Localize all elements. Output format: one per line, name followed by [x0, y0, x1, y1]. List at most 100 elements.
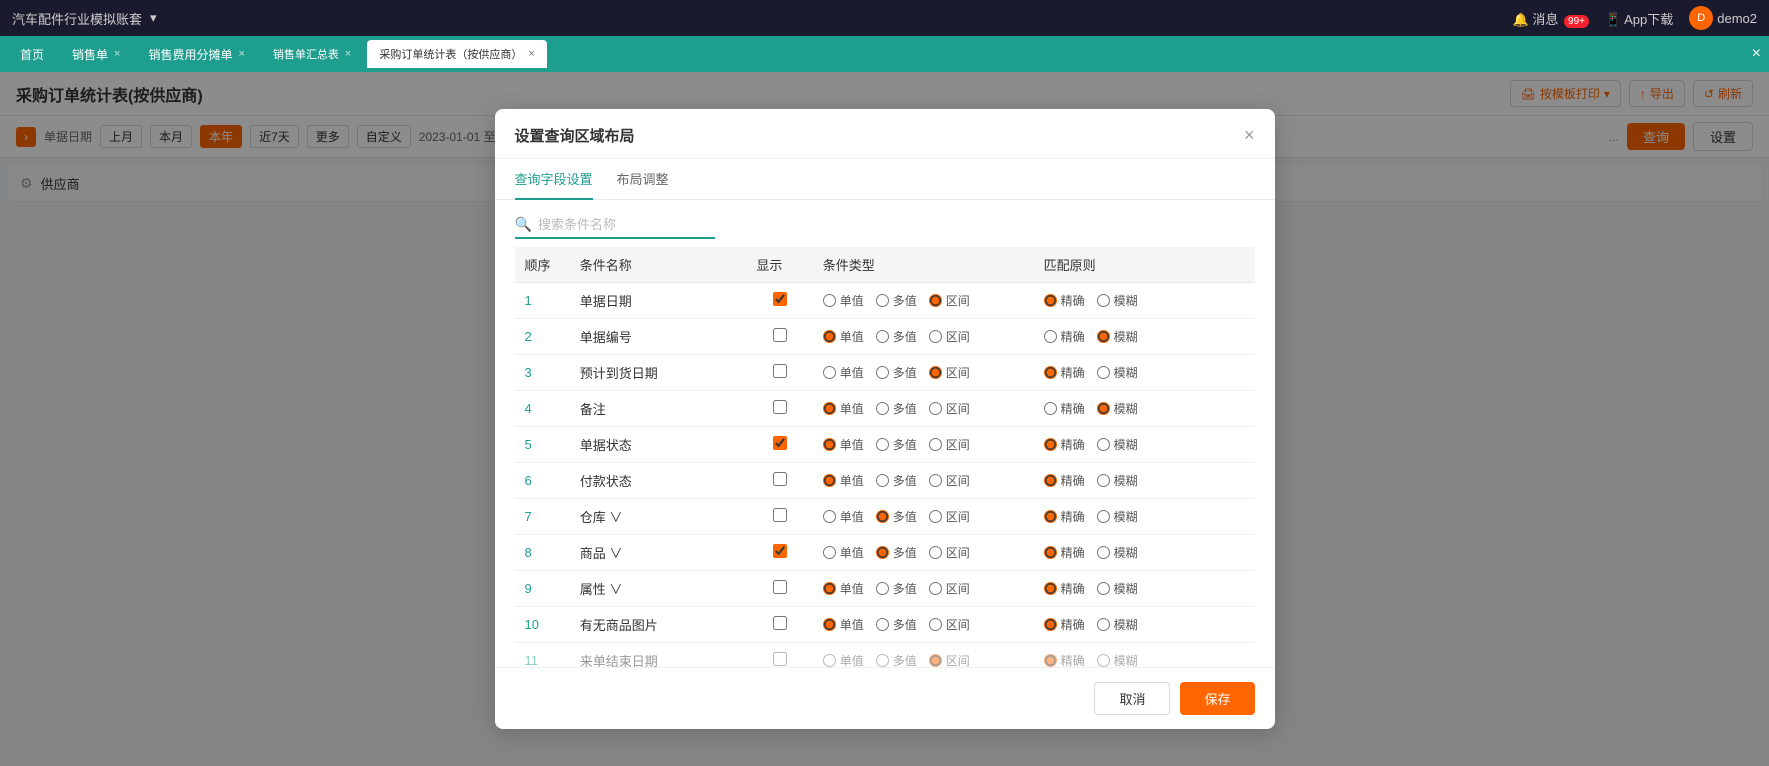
match-radio-label-精确[interactable]: 精确	[1044, 400, 1085, 417]
type-radio-label-多值[interactable]: 多值	[876, 580, 917, 597]
tab-sales-close[interactable]: ×	[114, 48, 120, 60]
match-radio-label-模糊[interactable]: 模糊	[1097, 616, 1138, 633]
save-button[interactable]: 保存	[1180, 682, 1254, 715]
show-checkbox[interactable]	[773, 400, 787, 414]
modal-close-button[interactable]: ×	[1244, 125, 1255, 146]
type-radio-label-单值[interactable]: 单值	[823, 652, 864, 667]
type-radio-label-单值[interactable]: 单值	[823, 544, 864, 561]
type-radio-单值[interactable]	[823, 366, 836, 379]
type-radio-label-区间[interactable]: 区间	[929, 364, 970, 381]
match-radio-精确[interactable]	[1044, 402, 1057, 415]
match-radio-模糊[interactable]	[1097, 366, 1110, 379]
type-radio-label-多值[interactable]: 多值	[876, 472, 917, 489]
match-radio-模糊[interactable]	[1097, 510, 1110, 523]
tab-purchase-stats[interactable]: 采购订单统计表（按供应商） ×	[367, 40, 546, 68]
show-checkbox[interactable]	[773, 616, 787, 630]
match-radio-label-精确[interactable]: 精确	[1044, 436, 1085, 453]
cancel-button[interactable]: 取消	[1094, 682, 1170, 715]
type-radio-区间[interactable]	[929, 366, 942, 379]
match-radio-label-模糊[interactable]: 模糊	[1097, 652, 1138, 667]
match-radio-label-模糊[interactable]: 模糊	[1097, 472, 1138, 489]
match-radio-label-精确[interactable]: 精确	[1044, 652, 1085, 667]
type-radio-区间[interactable]	[929, 438, 942, 451]
type-radio-多值[interactable]	[876, 294, 889, 307]
type-radio-label-区间[interactable]: 区间	[929, 652, 970, 667]
type-radio-单值[interactable]	[823, 546, 836, 559]
close-all-tabs-button[interactable]: ×	[1752, 45, 1761, 63]
type-radio-区间[interactable]	[929, 582, 942, 595]
type-radio-单值[interactable]	[823, 618, 836, 631]
show-checkbox[interactable]	[773, 544, 787, 558]
type-radio-多值[interactable]	[876, 546, 889, 559]
match-radio-模糊[interactable]	[1097, 582, 1110, 595]
type-radio-多值[interactable]	[876, 654, 889, 667]
type-radio-label-单值[interactable]: 单值	[823, 472, 864, 489]
type-radio-label-多值[interactable]: 多值	[876, 436, 917, 453]
match-radio-模糊[interactable]	[1097, 402, 1110, 415]
match-radio-label-模糊[interactable]: 模糊	[1097, 508, 1138, 525]
match-radio-模糊[interactable]	[1097, 294, 1110, 307]
match-radio-精确[interactable]	[1044, 546, 1057, 559]
show-checkbox[interactable]	[773, 472, 787, 486]
type-radio-区间[interactable]	[929, 618, 942, 631]
user-avatar[interactable]: D demo2	[1689, 6, 1757, 30]
match-radio-label-精确[interactable]: 精确	[1044, 292, 1085, 309]
show-checkbox[interactable]	[773, 652, 787, 666]
match-radio-精确[interactable]	[1044, 618, 1057, 631]
match-radio-模糊[interactable]	[1097, 438, 1110, 451]
modal-tab-layout[interactable]: 布局调整	[617, 159, 669, 200]
type-radio-label-多值[interactable]: 多值	[876, 328, 917, 345]
type-radio-单值[interactable]	[823, 582, 836, 595]
type-radio-多值[interactable]	[876, 438, 889, 451]
type-radio-多值[interactable]	[876, 618, 889, 631]
type-radio-label-单值[interactable]: 单值	[823, 616, 864, 633]
type-radio-多值[interactable]	[876, 510, 889, 523]
type-radio-label-多值[interactable]: 多值	[876, 652, 917, 667]
type-radio-区间[interactable]	[929, 330, 942, 343]
type-radio-label-区间[interactable]: 区间	[929, 292, 970, 309]
match-radio-label-精确[interactable]: 精确	[1044, 508, 1085, 525]
match-radio-label-模糊[interactable]: 模糊	[1097, 580, 1138, 597]
match-radio-精确[interactable]	[1044, 438, 1057, 451]
match-radio-label-精确[interactable]: 精确	[1044, 364, 1085, 381]
match-radio-模糊[interactable]	[1097, 546, 1110, 559]
match-radio-label-精确[interactable]: 精确	[1044, 472, 1085, 489]
tab-sales-summary[interactable]: 销售单汇总表 ×	[261, 40, 363, 68]
type-radio-单值[interactable]	[823, 330, 836, 343]
type-radio-区间[interactable]	[929, 546, 942, 559]
tab-sales-expense[interactable]: 销售费用分摊单 ×	[136, 40, 256, 68]
app-dropdown-icon[interactable]: ▾	[150, 10, 157, 26]
show-checkbox[interactable]	[773, 580, 787, 594]
match-radio-模糊[interactable]	[1097, 474, 1110, 487]
type-radio-多值[interactable]	[876, 582, 889, 595]
type-radio-label-多值[interactable]: 多值	[876, 544, 917, 561]
modal-tab-fields[interactable]: 查询字段设置	[515, 159, 593, 200]
match-radio-label-模糊[interactable]: 模糊	[1097, 364, 1138, 381]
type-radio-label-区间[interactable]: 区间	[929, 328, 970, 345]
type-radio-label-单值[interactable]: 单值	[823, 508, 864, 525]
type-radio-单值[interactable]	[823, 438, 836, 451]
match-radio-精确[interactable]	[1044, 582, 1057, 595]
type-radio-单值[interactable]	[823, 510, 836, 523]
type-radio-区间[interactable]	[929, 510, 942, 523]
type-radio-单值[interactable]	[823, 474, 836, 487]
show-checkbox[interactable]	[773, 436, 787, 450]
type-radio-区间[interactable]	[929, 654, 942, 667]
match-radio-label-模糊[interactable]: 模糊	[1097, 292, 1138, 309]
type-radio-label-单值[interactable]: 单值	[823, 328, 864, 345]
type-radio-单值[interactable]	[823, 294, 836, 307]
match-radio-精确[interactable]	[1044, 330, 1057, 343]
type-radio-区间[interactable]	[929, 402, 942, 415]
show-checkbox[interactable]	[773, 364, 787, 378]
type-radio-label-区间[interactable]: 区间	[929, 400, 970, 417]
type-radio-区间[interactable]	[929, 294, 942, 307]
match-radio-模糊[interactable]	[1097, 654, 1110, 667]
show-checkbox[interactable]	[773, 292, 787, 306]
type-radio-label-多值[interactable]: 多值	[876, 400, 917, 417]
type-radio-单值[interactable]	[823, 402, 836, 415]
match-radio-label-精确[interactable]: 精确	[1044, 328, 1085, 345]
match-radio-label-精确[interactable]: 精确	[1044, 544, 1085, 561]
type-radio-label-区间[interactable]: 区间	[929, 544, 970, 561]
type-radio-label-多值[interactable]: 多值	[876, 364, 917, 381]
type-radio-label-区间[interactable]: 区间	[929, 616, 970, 633]
